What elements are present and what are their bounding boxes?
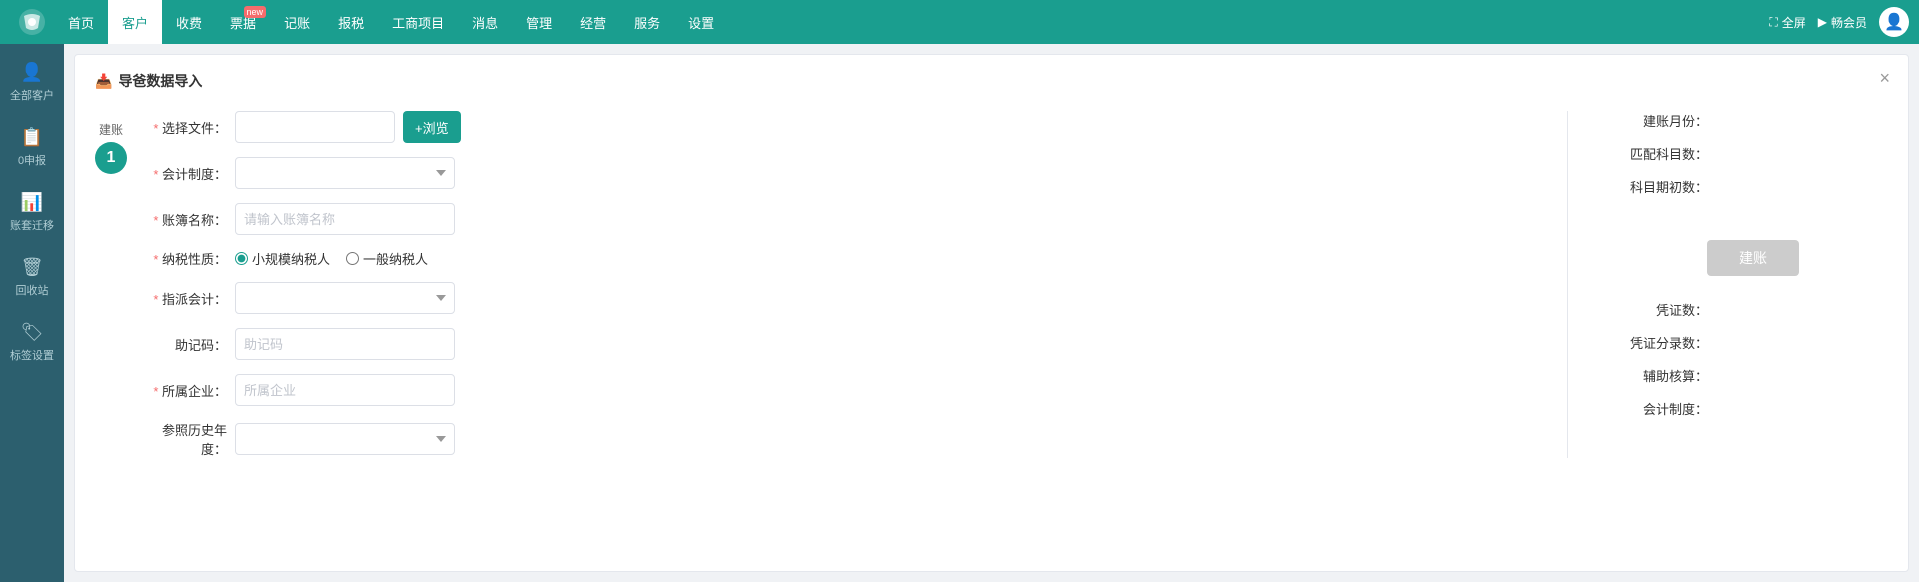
- nav-industry[interactable]: 工商项目: [378, 0, 458, 44]
- page-title: 📥 导爸数据导入: [95, 71, 1888, 91]
- membership-btn[interactable]: ▶ 畅会员: [1818, 14, 1867, 31]
- nav-manage[interactable]: 管理: [512, 0, 566, 44]
- nav-billing[interactable]: 收费: [162, 0, 216, 44]
- tag-icon: 🏷: [21, 322, 44, 343]
- tax-type-row: * 纳税性质： 小规模纳税人 一般纳税人: [147, 249, 1547, 268]
- file-input[interactable]: [235, 111, 395, 143]
- nav-client[interactable]: 客户: [108, 0, 162, 44]
- history-year-row: 参照历史年度：: [147, 420, 1547, 458]
- memo-input[interactable]: [235, 328, 455, 360]
- form-wrapper: 建账 1 * 选择文件： +浏览: [95, 111, 1888, 458]
- accountant-select[interactable]: [235, 282, 455, 314]
- right-accounting-system-row: 会计制度：: [1618, 399, 1888, 418]
- memo-row: 助记码：: [147, 328, 1547, 360]
- accounting-system-label: * 会计制度：: [147, 164, 227, 183]
- new-badge: new: [244, 6, 267, 18]
- user-icon: 👤: [1884, 12, 1904, 32]
- accounting-system-row: * 会计制度：: [147, 157, 1547, 189]
- ledger-name-row: * 账簿名称：: [147, 203, 1547, 235]
- match-label: 匹配科目数：: [1618, 144, 1708, 163]
- month-label: 建账月份：: [1618, 111, 1708, 130]
- file-row: * 选择文件： +浏览: [147, 111, 1547, 143]
- step-indicator: 建账 1: [95, 111, 147, 458]
- recycle-icon: 🗑: [21, 257, 44, 278]
- nav-service[interactable]: 服务: [620, 0, 674, 44]
- accountant-label: * 指派会计：: [147, 289, 227, 308]
- memo-label: 助记码：: [147, 335, 227, 354]
- history-year-select[interactable]: [235, 423, 455, 455]
- close-button[interactable]: ×: [1879, 69, 1890, 87]
- step-circle: 1: [95, 142, 127, 174]
- nav-message[interactable]: 消息: [458, 0, 512, 44]
- transfer-icon: 📊: [21, 192, 43, 213]
- voucher-count-row: 凭证数：: [1618, 300, 1888, 319]
- company-input[interactable]: [235, 374, 455, 406]
- period-initial-label: 科目期初数：: [1618, 177, 1708, 196]
- nav-invoice[interactable]: 票据 new: [216, 0, 270, 44]
- period-initial-row: 科目期初数：: [1618, 177, 1888, 196]
- match-row: 匹配科目数：: [1618, 144, 1888, 163]
- vertical-divider: [1567, 111, 1568, 458]
- build-account-button[interactable]: 建账: [1707, 240, 1799, 276]
- ledger-name-input[interactable]: [235, 203, 455, 235]
- title-icon: 📥: [95, 73, 112, 90]
- tax-type-label: * 纳税性质：: [147, 249, 227, 268]
- main-layout: 👤 全部客户 📋 0申报 📊 账套迁移 🗑 回收站 🏷 标签设置 📥 导爸数据导…: [0, 44, 1919, 582]
- nav-accounting[interactable]: 记账: [270, 0, 324, 44]
- fullscreen-btn[interactable]: ⛶ 全屏: [1769, 14, 1805, 31]
- accounting-system-select[interactable]: [235, 157, 455, 189]
- browse-button[interactable]: +浏览: [403, 111, 461, 143]
- fullscreen-icon: ⛶: [1769, 15, 1777, 30]
- aux-accounting-row: 辅助核算：: [1618, 366, 1888, 385]
- step-label: 建账: [99, 121, 123, 138]
- nav-operation[interactable]: 经营: [566, 0, 620, 44]
- company-row: * 所属企业：: [147, 374, 1547, 406]
- month-row: 建账月份：: [1618, 111, 1888, 130]
- logo[interactable]: [10, 0, 54, 44]
- sidebar-item-tag[interactable]: 🏷 标签设置: [0, 312, 64, 373]
- radio-small[interactable]: 小规模纳税人: [235, 249, 330, 268]
- tax-radio-group: 小规模纳税人 一般纳税人: [235, 249, 428, 268]
- sidebar: 👤 全部客户 📋 0申报 📊 账套迁移 🗑 回收站 🏷 标签设置: [0, 44, 64, 582]
- sidebar-item-declaration[interactable]: 📋 0申报: [0, 117, 64, 178]
- voucher-count-label: 凭证数：: [1618, 300, 1708, 319]
- radio-general[interactable]: 一般纳税人: [346, 249, 428, 268]
- company-label: * 所属企业：: [147, 381, 227, 400]
- ledger-name-label: * 账簿名称：: [147, 210, 227, 229]
- right-panel: 建账月份： 匹配科目数： 科目期初数： 建账: [1588, 111, 1888, 458]
- play-icon: ▶: [1818, 15, 1827, 29]
- right-accounting-system-label: 会计制度：: [1618, 399, 1708, 418]
- avatar[interactable]: 👤: [1879, 7, 1909, 37]
- declaration-icon: 📋: [21, 127, 43, 148]
- nav-home[interactable]: 首页: [54, 0, 108, 44]
- page-container: 📥 导爸数据导入 × 建账 1 * 选择文件：: [74, 54, 1909, 572]
- voucher-entries-label: 凭证分录数：: [1618, 333, 1708, 352]
- nav-items: 首页 客户 收费 票据 new 记账 报税 工商项目 消息 管理 经营 服务 设…: [54, 0, 1769, 44]
- sidebar-item-recycle[interactable]: 🗑 回收站: [0, 247, 64, 308]
- history-year-label: 参照历史年度：: [147, 420, 227, 458]
- sidebar-item-all-clients[interactable]: 👤 全部客户: [0, 52, 64, 113]
- main-content: 📥 导爸数据导入 × 建账 1 * 选择文件：: [64, 44, 1919, 582]
- file-label: * 选择文件：: [147, 118, 227, 137]
- voucher-entries-row: 凭证分录数：: [1618, 333, 1888, 352]
- all-clients-icon: 👤: [21, 62, 43, 83]
- left-form: * 选择文件： +浏览 * 会计制度：: [147, 111, 1547, 458]
- aux-accounting-label: 辅助核算：: [1618, 366, 1708, 385]
- nav-right: ⛶ 全屏 ▶ 畅会员 👤: [1769, 7, 1909, 37]
- nav-settings[interactable]: 设置: [674, 0, 728, 44]
- accountant-row: * 指派会计：: [147, 282, 1547, 314]
- build-btn-row: 建账: [1618, 220, 1888, 276]
- top-navigation: 首页 客户 收费 票据 new 记账 报税 工商项目 消息 管理 经营 服务 设…: [0, 0, 1919, 44]
- nav-tax[interactable]: 报税: [324, 0, 378, 44]
- sidebar-item-transfer[interactable]: 📊 账套迁移: [0, 182, 64, 243]
